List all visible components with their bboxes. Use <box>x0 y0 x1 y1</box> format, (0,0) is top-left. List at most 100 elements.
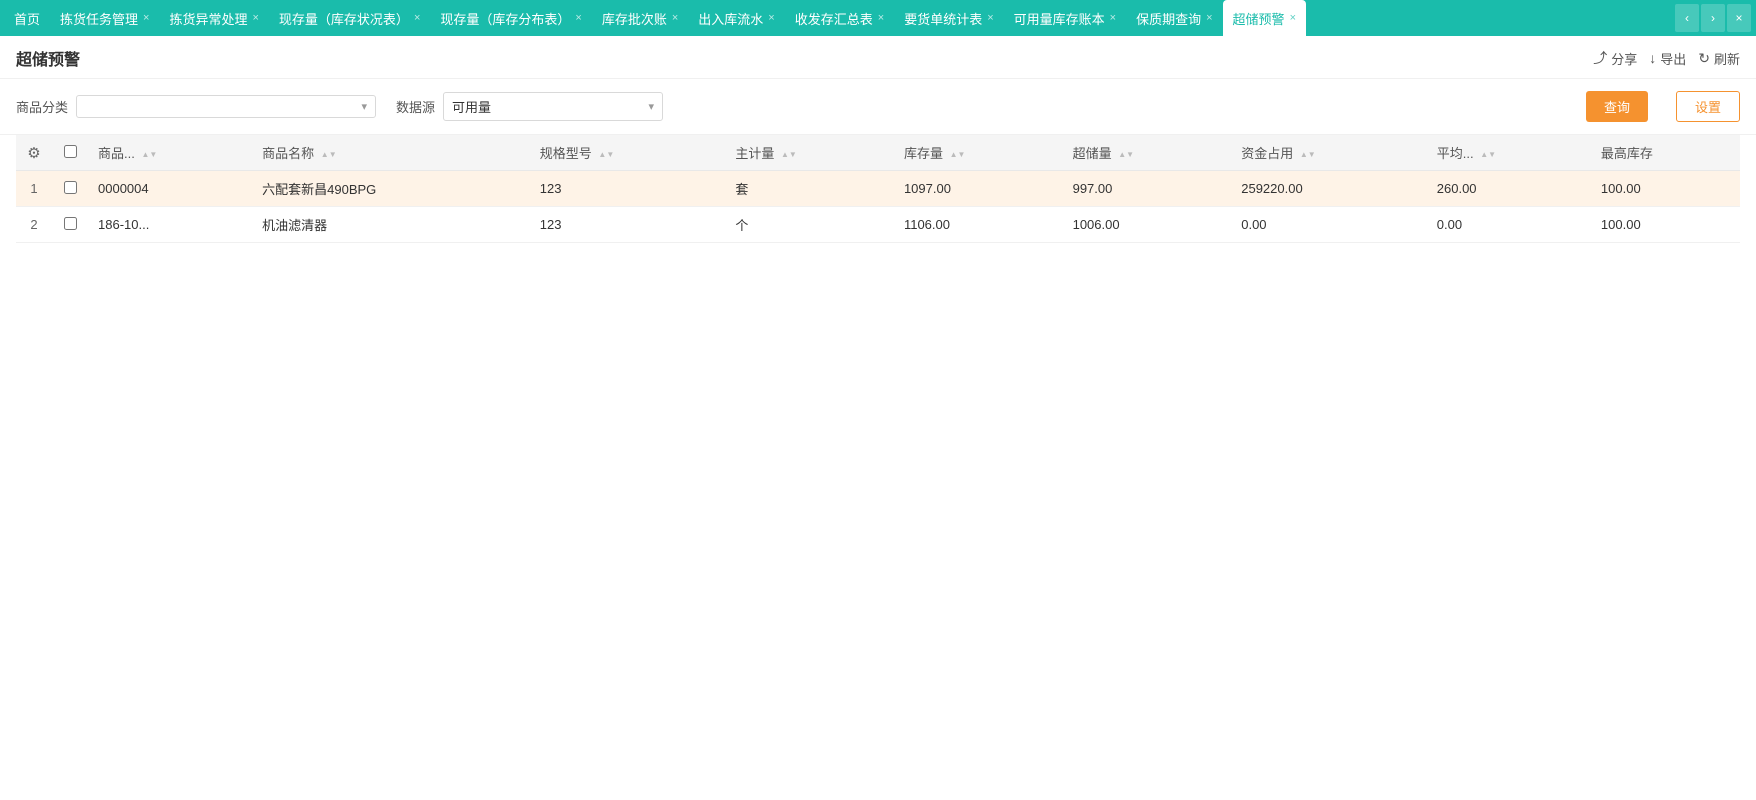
table-row: 1 0000004 六配套新昌490BPG 123 套 1097.00 997.… <box>16 171 1740 207</box>
column-gear: ⚙ <box>16 135 52 171</box>
datasource-label: 数据源 <box>396 97 435 116</box>
cell-product-code-1: 186-10... <box>88 207 252 243</box>
datasource-select[interactable]: 可用量 ▾ <box>443 92 663 121</box>
sort-icon-product-code: ▲▼ <box>141 151 157 159</box>
column-capital-used[interactable]: 资金占用 ▲▼ <box>1231 135 1427 171</box>
cell-overstock-1: 1006.00 <box>1063 207 1232 243</box>
nav-overstock-warning[interactable]: 超储预警 × <box>1223 0 1306 36</box>
sort-icon-avg: ▲▼ <box>1480 151 1496 159</box>
nav-close-quality-check[interactable]: × <box>1206 12 1212 24</box>
gear-icon[interactable]: ⚙ <box>26 144 42 162</box>
nav-stock-status[interactable]: 现存量（库存状况表） × <box>269 0 430 36</box>
nav-order-stats[interactable]: 要货单统计表 × <box>894 0 1003 36</box>
column-avg[interactable]: 平均... ▲▼ <box>1427 135 1591 171</box>
table-row: 2 186-10... 机油滤清器 123 个 1106.00 1006.00 … <box>16 207 1740 243</box>
nav-close-abnormal[interactable]: × <box>252 12 258 24</box>
column-unit[interactable]: 主计量 ▲▼ <box>725 135 894 171</box>
cell-overstock-0: 997.00 <box>1063 171 1232 207</box>
column-product-name[interactable]: 商品名称 ▲▼ <box>252 135 530 171</box>
nav-batch-account[interactable]: 库存批次账 × <box>592 0 688 36</box>
column-stock[interactable]: 库存量 ▲▼ <box>894 135 1063 171</box>
settings-button[interactable]: 设置 <box>1676 91 1740 122</box>
category-filter: 商品分类 ▾ <box>16 95 376 118</box>
category-label: 商品分类 <box>16 97 68 116</box>
cell-stock-0: 1097.00 <box>894 171 1063 207</box>
nav-inout-flow[interactable]: 出入库流水 × <box>688 0 784 36</box>
category-dropdown-icon: ▾ <box>361 100 367 113</box>
cell-unit-1: 个 <box>725 207 894 243</box>
nav-available-account[interactable]: 可用量库存账本 × <box>1004 0 1126 36</box>
table-body: 1 0000004 六配套新昌490BPG 123 套 1097.00 997.… <box>16 171 1740 243</box>
nav-arrows: ‹ › × <box>1674 4 1752 32</box>
share-button[interactable]: ⤴ 分享 <box>1593 48 1637 68</box>
sort-icon-stock: ▲▼ <box>950 151 966 159</box>
cell-unit-0: 套 <box>725 171 894 207</box>
datasource-dropdown-icon: ▾ <box>649 100 655 113</box>
cell-capital-used-1: 0.00 <box>1231 207 1427 243</box>
nav-close-stock-status[interactable]: × <box>414 12 420 24</box>
cell-avg-1: 0.00 <box>1427 207 1591 243</box>
export-icon: ↓ <box>1649 50 1656 66</box>
nav-recv-send-summary[interactable]: 收发存汇总表 × <box>785 0 894 36</box>
data-table: ⚙ 商品... ▲▼ 商品名称 ▲▼ 规格型号 ▲▼ 主计 <box>16 135 1740 243</box>
column-checkbox <box>52 135 88 171</box>
cell-max-stock-1: 100.00 <box>1591 207 1740 243</box>
table-container: ⚙ 商品... ▲▼ 商品名称 ▲▼ 规格型号 ▲▼ 主计 <box>0 135 1756 243</box>
nav-close-recv-send-summary[interactable]: × <box>878 12 884 24</box>
refresh-icon: ↻ <box>1698 50 1710 67</box>
top-nav: 首页 拣货任务管理 × 拣货异常处理 × 现存量（库存状况表） × 现存量（库存… <box>0 0 1756 36</box>
cell-spec-0: 123 <box>530 171 726 207</box>
nav-close-stock-dist[interactable]: × <box>575 12 581 24</box>
row-checkbox-1[interactable] <box>64 217 77 230</box>
column-max-stock[interactable]: 最高库存 <box>1591 135 1740 171</box>
nav-quality-check[interactable]: 保质期查询 × <box>1126 0 1222 36</box>
column-overstock[interactable]: 超储量 ▲▼ <box>1063 135 1232 171</box>
nav-abnormal[interactable]: 拣货异常处理 × <box>159 0 268 36</box>
cell-avg-0: 260.00 <box>1427 171 1591 207</box>
sort-icon-product-name: ▲▼ <box>321 151 337 159</box>
cell-product-name-1: 机油滤清器 <box>252 207 530 243</box>
nav-close-available-account[interactable]: × <box>1110 12 1116 24</box>
row-checkbox-cell-1 <box>52 207 88 243</box>
row-index-0: 1 <box>16 171 52 207</box>
page-header: 超储预警 ⤴ 分享 ↓ 导出 ↻ 刷新 <box>0 36 1756 79</box>
nav-next-btn[interactable]: › <box>1701 4 1725 32</box>
nav-close-overstock-warning[interactable]: × <box>1290 12 1296 24</box>
sort-icon-unit: ▲▼ <box>781 151 797 159</box>
row-checkbox-0[interactable] <box>64 181 77 194</box>
share-icon: ⤴ <box>1593 48 1607 68</box>
row-checkbox-cell-0 <box>52 171 88 207</box>
sort-icon-capital-used: ▲▼ <box>1300 151 1316 159</box>
nav-task-mgmt[interactable]: 拣货任务管理 × <box>50 0 159 36</box>
row-index-1: 2 <box>16 207 52 243</box>
filter-bar: 商品分类 ▾ 数据源 可用量 ▾ 查询 设置 <box>0 79 1756 135</box>
cell-product-code-0: 0000004 <box>88 171 252 207</box>
export-button[interactable]: ↓ 导出 <box>1649 49 1686 68</box>
nav-close-order-stats[interactable]: × <box>987 12 993 24</box>
column-product-code[interactable]: 商品... ▲▼ <box>88 135 252 171</box>
sort-icon-spec: ▲▼ <box>598 151 614 159</box>
cell-capital-used-0: 259220.00 <box>1231 171 1427 207</box>
datasource-select-value: 可用量 <box>452 97 491 116</box>
nav-close-batch-account[interactable]: × <box>672 12 678 24</box>
cell-spec-1: 123 <box>530 207 726 243</box>
datasource-filter: 数据源 可用量 ▾ <box>396 92 663 121</box>
header-actions: ⤴ 分享 ↓ 导出 ↻ 刷新 <box>1593 48 1740 68</box>
nav-close-all-btn[interactable]: × <box>1727 4 1751 32</box>
column-spec[interactable]: 规格型号 ▲▼ <box>530 135 726 171</box>
cell-stock-1: 1106.00 <box>894 207 1063 243</box>
query-button[interactable]: 查询 <box>1586 91 1648 122</box>
nav-home[interactable]: 首页 <box>4 0 50 36</box>
sort-icon-overstock: ▲▼ <box>1118 151 1134 159</box>
cell-max-stock-0: 100.00 <box>1591 171 1740 207</box>
select-all-checkbox[interactable] <box>64 145 77 158</box>
refresh-button[interactable]: ↻ 刷新 <box>1698 49 1740 68</box>
nav-prev-btn[interactable]: ‹ <box>1675 4 1699 32</box>
nav-close-inout-flow[interactable]: × <box>768 12 774 24</box>
cell-product-name-0: 六配套新昌490BPG <box>252 171 530 207</box>
page-title: 超储预警 <box>16 46 80 70</box>
table-header-row: ⚙ 商品... ▲▼ 商品名称 ▲▼ 规格型号 ▲▼ 主计 <box>16 135 1740 171</box>
category-select[interactable]: ▾ <box>76 95 376 118</box>
nav-stock-dist[interactable]: 现存量（库存分布表） × <box>430 0 591 36</box>
nav-close-task-mgmt[interactable]: × <box>143 12 149 24</box>
